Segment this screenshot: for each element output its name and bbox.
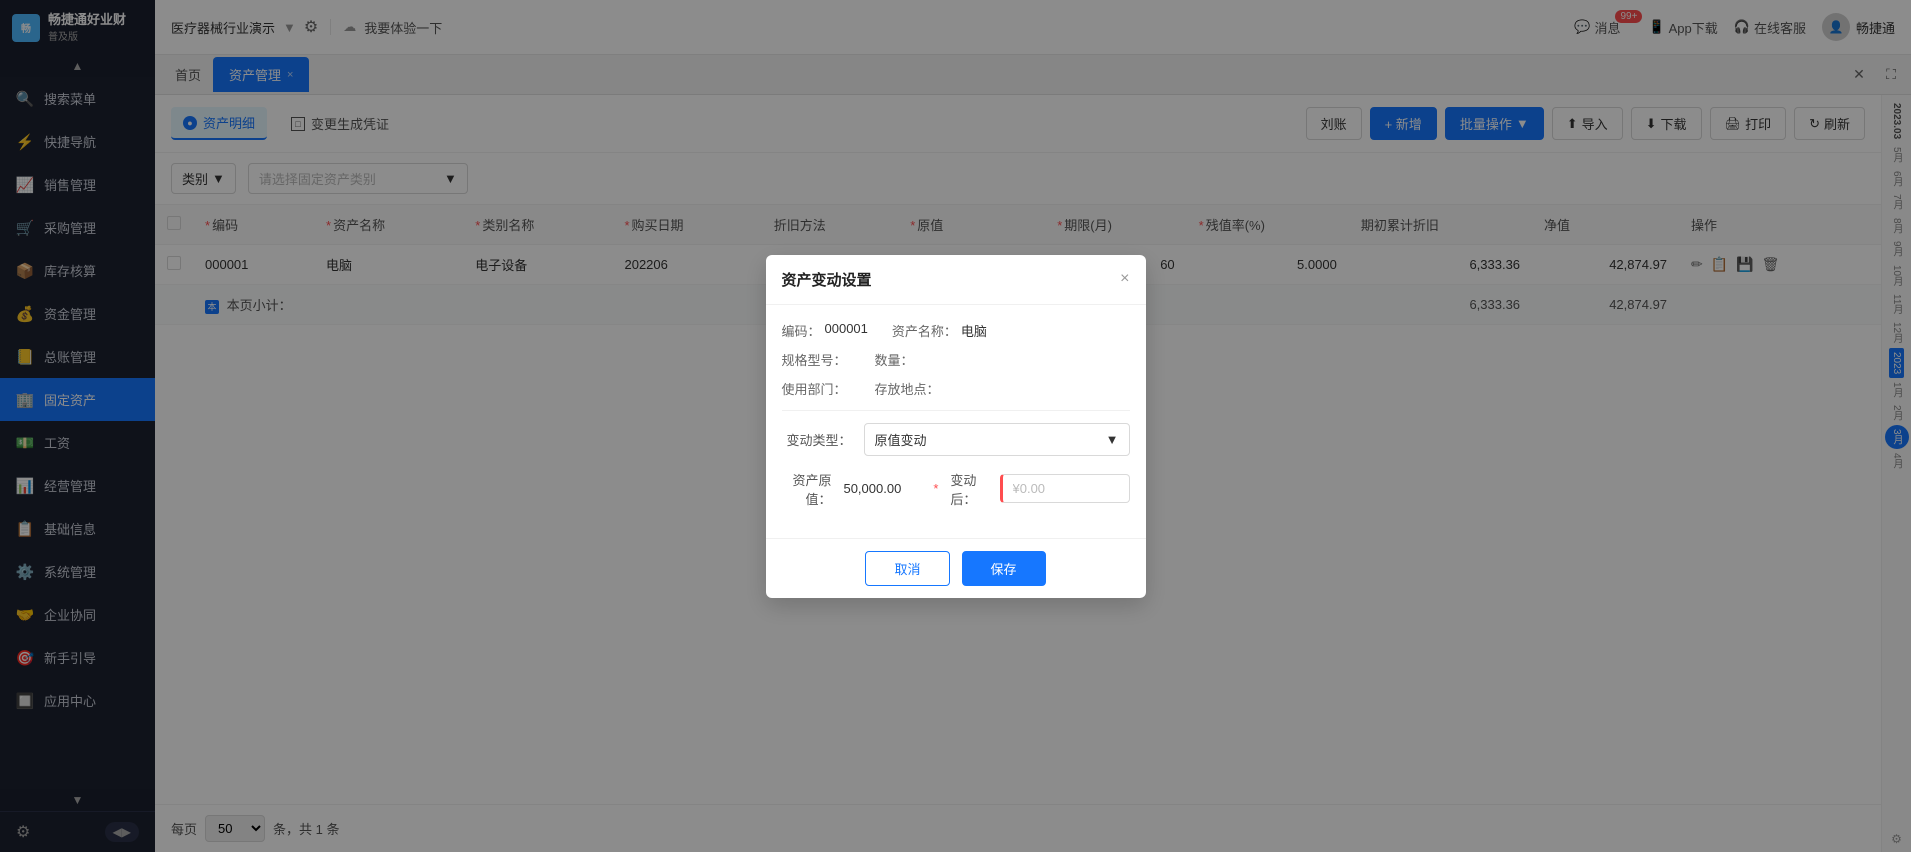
change-type-value: 原值变动 [875, 430, 1100, 449]
original-value-label: 资产原值： [782, 470, 832, 508]
modal-info-row3: 使用部门： 存放地点： [782, 379, 1130, 398]
change-type-row: 变动类型： 原值变动 ▼ [782, 423, 1130, 456]
asset-change-modal: 资产变动设置 × 编码： 000001 资产名称： 电脑 规格型号： [766, 255, 1146, 598]
modal-location: 存放地点： [875, 379, 944, 398]
modal-info-row2: 规格型号： 数量： [782, 350, 1130, 369]
asset-name-label: 资产名称： [892, 321, 957, 340]
modal-footer: 取消 保存 [766, 538, 1146, 598]
after-change-label: 变动后： [950, 470, 987, 508]
change-type-label: 变动类型： [782, 430, 852, 449]
location-label: 存放地点： [875, 379, 940, 398]
modal-body: 编码： 000001 资产名称： 电脑 规格型号： 数量： [766, 305, 1146, 538]
save-btn[interactable]: 保存 [962, 551, 1046, 586]
modal-close-btn[interactable]: × [1120, 270, 1129, 288]
required-mark: * [933, 481, 938, 496]
modal-info-row1: 编码： 000001 资产名称： 电脑 [782, 321, 1130, 340]
code-value: 000001 [825, 321, 868, 340]
change-type-dropdown-icon: ▼ [1106, 432, 1119, 447]
after-change-input[interactable] [1000, 474, 1130, 503]
code-label: 编码： [782, 321, 821, 340]
modal-divider [782, 410, 1130, 411]
cancel-btn[interactable]: 取消 [865, 551, 949, 586]
asset-name-value: 电脑 [961, 321, 987, 340]
modal-spec: 规格型号： [782, 350, 851, 369]
modal-asset-name: 资产名称： 电脑 [892, 321, 987, 340]
modal-title: 资产变动设置 [782, 269, 872, 290]
original-value-row: 资产原值： 50,000.00 * 变动后： [782, 470, 1130, 508]
modal-department: 使用部门： [782, 379, 851, 398]
quantity-label: 数量： [875, 350, 914, 369]
spec-label: 规格型号： [782, 350, 847, 369]
modal-overlay[interactable]: 资产变动设置 × 编码： 000001 资产名称： 电脑 规格型号： [0, 0, 1911, 852]
original-value-value: 50,000.00 [843, 481, 901, 496]
modal-header: 资产变动设置 × [766, 255, 1146, 305]
department-label: 使用部门： [782, 379, 847, 398]
modal-quantity: 数量： [875, 350, 918, 369]
modal-code: 编码： 000001 [782, 321, 868, 340]
change-type-select[interactable]: 原值变动 ▼ [864, 423, 1130, 456]
